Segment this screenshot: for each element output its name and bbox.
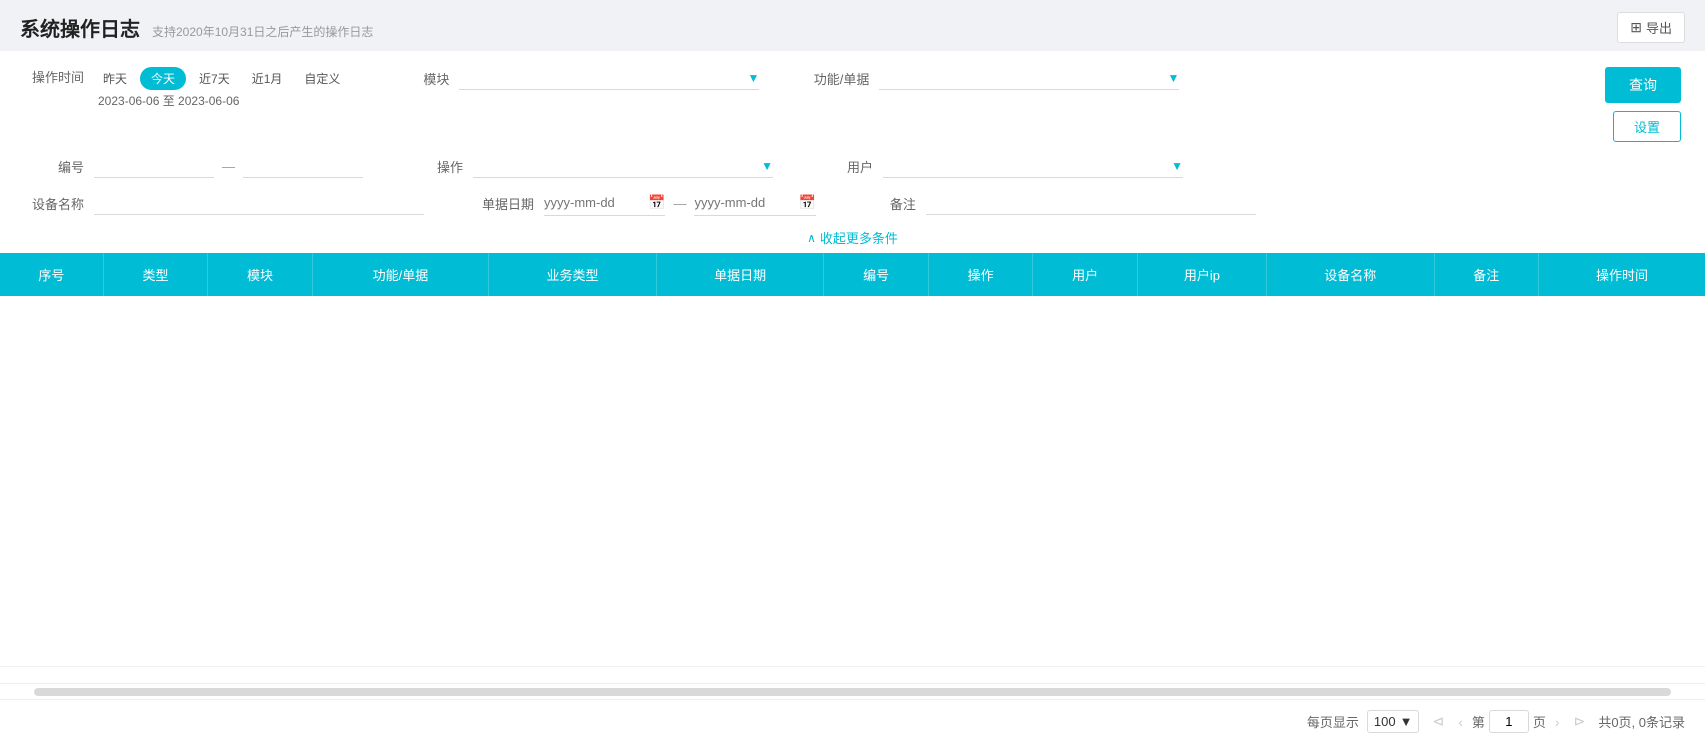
col-operation: 操作 — [928, 253, 1032, 296]
page-size-select[interactable]: 100 ▼ — [1367, 710, 1420, 733]
operation-filter: 操作 ▼ — [403, 155, 773, 178]
doc-date-dash: — — [673, 196, 686, 211]
col-doc-date: 单据日期 — [656, 253, 824, 296]
number-filter: 编号 — — [24, 154, 363, 178]
scrollbar-area[interactable] — [0, 683, 1705, 699]
operation-label: 操作 — [403, 157, 473, 176]
data-table: 序号 类型 模块 功能/单据 业务类型 单据日期 编号 操作 用户 用户ip 设… — [0, 253, 1705, 667]
collapse-icon: ∧ — [807, 231, 816, 245]
collapse-bar: ∧ 收起更多条件 — [24, 222, 1681, 249]
total-info: 共0页, 0条记录 — [1598, 712, 1685, 731]
function-filter: 功能/单据 ▼ — [799, 67, 1179, 90]
user-filter: 用户 ▼ — [813, 155, 1183, 178]
pagination-bar: 每页显示 100 ▼ ⊲ ‹ 第 页 › ⊳ 共0页, 0条记录 — [0, 699, 1705, 743]
device-filter: 设备名称 — [24, 191, 424, 215]
setting-button[interactable]: 设置 — [1613, 111, 1681, 142]
page-size-arrow: ▼ — [1400, 714, 1413, 729]
module-filter: 模块 ▼ — [389, 67, 759, 90]
query-button[interactable]: 查询 — [1605, 67, 1681, 103]
operation-select[interactable]: ▼ — [473, 155, 773, 178]
user-dropdown-icon: ▼ — [1171, 159, 1183, 173]
page-input-group: 第 页 — [1472, 710, 1546, 733]
page-label-pre: 第 — [1472, 712, 1485, 731]
time-range: 2023-06-06 至 2023-06-06 — [98, 92, 349, 109]
scrollbar-inner — [34, 688, 1671, 696]
doc-date-from-group: 📅 — [544, 190, 665, 216]
number-label: 编号 — [24, 157, 94, 176]
per-page-label: 每页显示 — [1307, 712, 1359, 731]
time-btn-custom[interactable]: 自定义 — [295, 67, 349, 90]
first-page-button[interactable]: ⊲ — [1427, 711, 1449, 732]
time-btn-1month[interactable]: 近1月 — [243, 67, 292, 90]
doc-date-label: 单据日期 — [464, 194, 544, 213]
header-title-row: 系统操作日志 支持2020年10月31日之后产生的操作日志 — [20, 13, 373, 42]
export-label: 导出 — [1646, 18, 1672, 37]
col-user-ip: 用户ip — [1137, 253, 1266, 296]
export-button[interactable]: ⊞ 导出 — [1617, 12, 1685, 43]
page-title: 系统操作日志 — [20, 13, 140, 42]
remark-input[interactable] — [926, 191, 1256, 215]
user-select[interactable]: ▼ — [883, 155, 1183, 178]
date-to-calendar-icon[interactable]: 📅 — [798, 194, 815, 211]
col-device: 设备名称 — [1266, 253, 1434, 296]
module-label: 模块 — [389, 69, 459, 88]
filter-section: 操作时间 昨天 今天 近7天 近1月 自定义 2023-06-06 至 2023… — [0, 51, 1705, 253]
next-page-button[interactable]: › — [1550, 712, 1565, 732]
col-biz-type: 业务类型 — [489, 253, 657, 296]
col-type: 类型 — [103, 253, 207, 296]
page-label-post: 页 — [1533, 712, 1546, 731]
remark-filter: 备注 — [856, 191, 1256, 215]
page-subtitle: 支持2020年10月31日之后产生的操作日志 — [152, 23, 373, 40]
last-page-button[interactable]: ⊳ — [1569, 711, 1591, 732]
number-to-input[interactable] — [243, 154, 363, 178]
page-size-value: 100 — [1374, 714, 1396, 729]
export-icon: ⊞ — [1630, 19, 1642, 36]
module-dropdown-icon: ▼ — [748, 71, 760, 85]
function-select[interactable]: ▼ — [879, 67, 1179, 90]
col-user: 用户 — [1033, 253, 1137, 296]
module-select[interactable]: ▼ — [459, 67, 759, 90]
table-container: 序号 类型 模块 功能/单据 业务类型 单据日期 编号 操作 用户 用户ip 设… — [0, 253, 1705, 683]
table-header-row: 序号 类型 模块 功能/单据 业务类型 单据日期 编号 操作 用户 用户ip 设… — [0, 253, 1705, 296]
user-label: 用户 — [813, 157, 883, 176]
device-input[interactable] — [94, 191, 424, 215]
doc-date-from-input[interactable] — [544, 195, 644, 210]
device-label: 设备名称 — [24, 194, 94, 213]
remark-label: 备注 — [856, 194, 926, 213]
table-body — [0, 296, 1705, 667]
time-btn-yesterday[interactable]: 昨天 — [94, 67, 136, 90]
col-function: 功能/单据 — [312, 253, 488, 296]
col-op-time: 操作时间 — [1539, 253, 1705, 296]
doc-date-filter: 单据日期 📅 — 📅 — [464, 190, 816, 216]
col-module: 模块 — [208, 253, 312, 296]
collapse-button[interactable]: ∧ 收起更多条件 — [807, 228, 898, 247]
empty-row — [0, 296, 1705, 667]
time-filter-group: 操作时间 昨天 今天 近7天 近1月 自定义 2023-06-06 至 2023… — [24, 67, 349, 109]
col-seq: 序号 — [0, 253, 103, 296]
empty-state — [8, 306, 1697, 656]
number-from-input[interactable] — [94, 154, 214, 178]
time-btn-7days[interactable]: 近7天 — [190, 67, 239, 90]
operation-dropdown-icon: ▼ — [761, 159, 773, 173]
page-number-input[interactable] — [1489, 710, 1529, 733]
col-number: 编号 — [824, 253, 928, 296]
prev-page-button[interactable]: ‹ — [1453, 712, 1468, 732]
collapse-label: 收起更多条件 — [820, 228, 898, 247]
doc-date-to-group: 📅 — [694, 190, 815, 216]
page-header: 系统操作日志 支持2020年10月31日之后产生的操作日志 ⊞ 导出 — [0, 0, 1705, 51]
date-from-calendar-icon[interactable]: 📅 — [648, 194, 665, 211]
col-remark: 备注 — [1434, 253, 1538, 296]
time-label: 操作时间 — [24, 67, 94, 86]
function-dropdown-icon: ▼ — [1168, 71, 1180, 85]
table-header: 序号 类型 模块 功能/单据 业务类型 单据日期 编号 操作 用户 用户ip 设… — [0, 253, 1705, 296]
pagination-nav: ⊲ ‹ 第 页 › ⊳ — [1427, 710, 1590, 733]
time-btn-today[interactable]: 今天 — [140, 67, 186, 90]
number-dash: — — [222, 159, 235, 174]
function-label: 功能/单据 — [799, 69, 879, 88]
action-buttons: 查询 设置 — [1605, 67, 1681, 142]
doc-date-to-input[interactable] — [694, 195, 794, 210]
